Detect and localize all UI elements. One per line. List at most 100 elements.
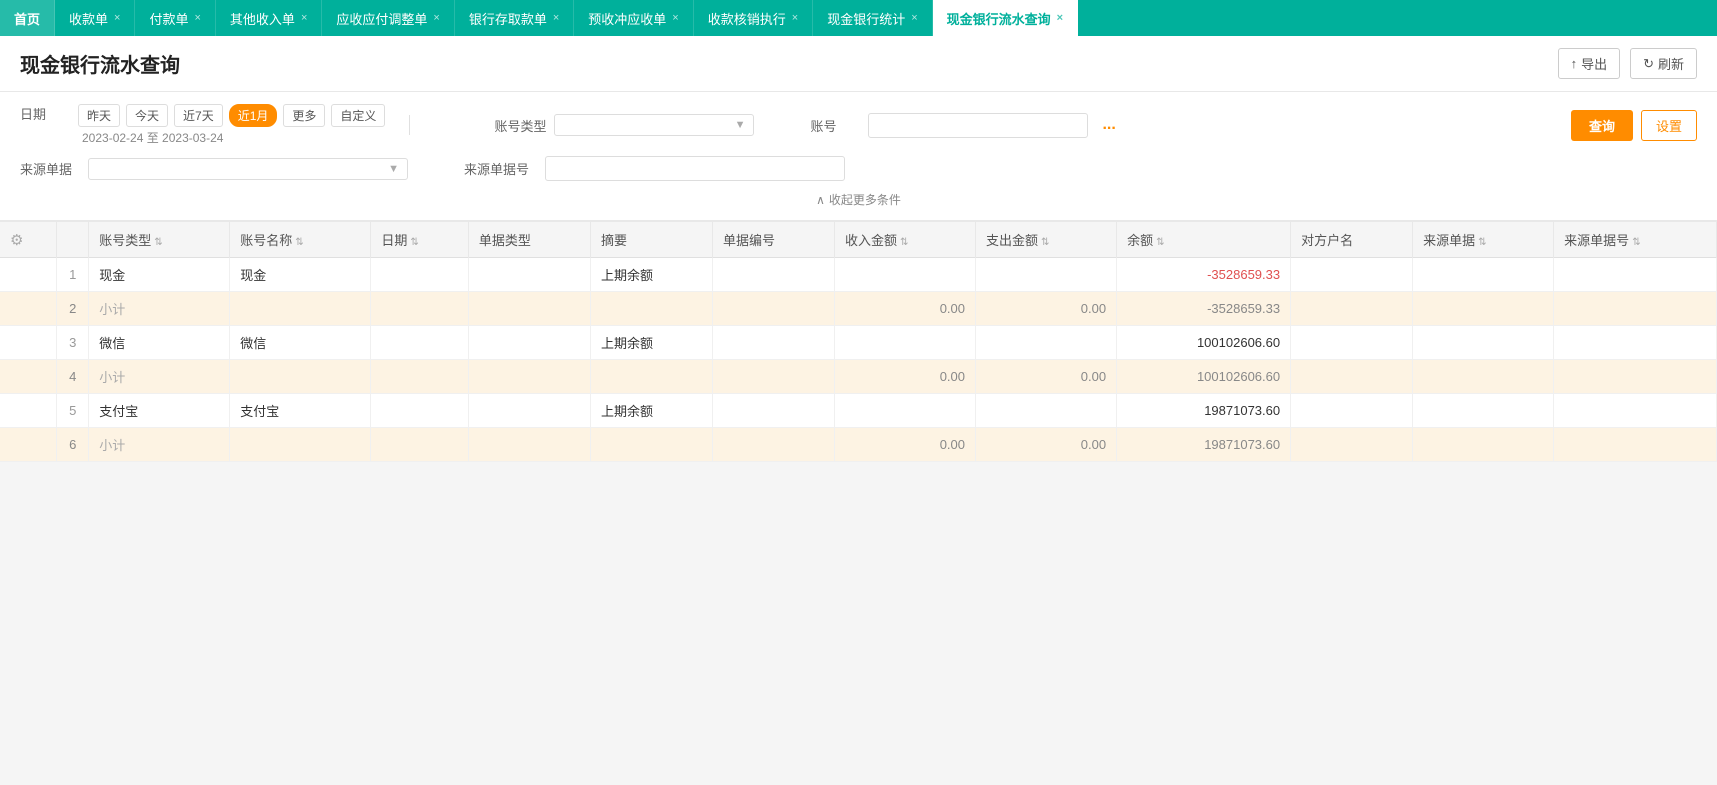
date-option-button[interactable]: 今天 — [126, 104, 168, 127]
col-header-income[interactable]: 收入金额⇅ — [834, 222, 975, 258]
export-button[interactable]: ↑ 导出 — [1558, 48, 1621, 79]
account-input[interactable] — [868, 113, 1088, 138]
cell-doc_num — [712, 258, 834, 292]
refresh-button[interactable]: ↻ 刷新 — [1630, 48, 1697, 79]
table-row[interactable]: 5支付宝支付宝上期余额19871073.60 — [0, 394, 1717, 428]
col-header-balance[interactable]: 余额⇅ — [1117, 222, 1291, 258]
date-option-button[interactable]: 更多 — [283, 104, 325, 127]
cell-balance: 19871073.60 — [1117, 394, 1291, 428]
nav-tab-close[interactable]: × — [911, 12, 917, 24]
cell-account_name: 支付宝 — [230, 394, 371, 428]
cell-source_doc — [1413, 292, 1554, 326]
cell-income: 0.00 — [834, 360, 975, 394]
cell-doc_num — [712, 360, 834, 394]
nav-tab[interactable]: 其他收入单× — [216, 0, 322, 36]
table-row[interactable]: 3微信微信上期余额100102606.60 — [0, 326, 1717, 360]
col-header-summary: 摘要 — [590, 222, 712, 258]
cell-date — [371, 258, 469, 292]
account-dots-button[interactable]: ... — [1096, 116, 1121, 134]
nav-tab-close[interactable]: × — [792, 12, 798, 24]
col-header-doc_num: 单据编号 — [712, 222, 834, 258]
nav-tab-label: 收款单 — [69, 9, 108, 28]
account-type-select[interactable]: ▼ — [554, 114, 754, 136]
cell-expense — [976, 394, 1117, 428]
table-body: 1现金现金上期余额-3528659.332小计0.000.00-3528659.… — [0, 258, 1717, 462]
cell-num: 2 — [57, 292, 89, 326]
nav-home[interactable]: 首页 — [0, 0, 55, 36]
cell-source_doc_num — [1554, 428, 1717, 462]
settings-button[interactable]: 设置 — [1641, 110, 1697, 141]
cell-doc_type — [468, 326, 590, 360]
cell-income — [834, 394, 975, 428]
date-option-button[interactable]: 近1月 — [229, 104, 278, 127]
cell-income — [834, 258, 975, 292]
cell-date — [371, 326, 469, 360]
sort-icon: ⇅ — [295, 237, 303, 248]
cell-settings — [0, 326, 57, 360]
cell-balance: -3528659.33 — [1117, 292, 1291, 326]
table-row[interactable]: 6小计0.000.0019871073.60 — [0, 428, 1717, 462]
cell-account_name — [230, 360, 371, 394]
source-doc-label: 来源单据 — [20, 159, 72, 178]
date-range: 2023-02-24 至 2023-03-24 — [82, 129, 385, 146]
table-settings-icon[interactable]: ⚙ — [10, 232, 23, 249]
nav-tab[interactable]: 收款单 × — [55, 0, 135, 36]
date-option-button[interactable]: 近7天 — [174, 104, 223, 127]
nav-tab[interactable]: 收款核销执行 × — [694, 0, 813, 36]
page-title: 现金银行流水查询 — [20, 49, 180, 90]
nav-tab[interactable]: 预收冲应收单× — [574, 0, 693, 36]
nav-tab[interactable]: 付款单× — [135, 0, 215, 36]
nav-tab-close[interactable]: × — [672, 12, 678, 24]
nav-tab[interactable]: 现金银行流水查询× — [933, 0, 1078, 36]
cell-account_name — [230, 428, 371, 462]
source-doc-num-label: 来源单据号 — [464, 159, 529, 178]
cell-source_doc — [1413, 428, 1554, 462]
col-header-date[interactable]: 日期⇅ — [371, 222, 469, 258]
date-option-button[interactable]: 自定义 — [331, 104, 385, 127]
cell-settings — [0, 394, 57, 428]
cell-summary: 上期余额 — [590, 258, 712, 292]
cell-num: 6 — [57, 428, 89, 462]
nav-tab[interactable]: 现金银行统计× — [813, 0, 932, 36]
cell-date — [371, 360, 469, 394]
date-option-button[interactable]: 昨天 — [78, 104, 120, 127]
cell-summary: 上期余额 — [590, 394, 712, 428]
table-row[interactable]: 1现金现金上期余额-3528659.33 — [0, 258, 1717, 292]
query-button[interactable]: 查询 — [1571, 110, 1633, 141]
nav-tab-close[interactable]: × — [114, 12, 120, 24]
col-header-source_doc_num[interactable]: 来源单据号⇅ — [1554, 222, 1717, 258]
nav-tab[interactable]: 应收应付调整单× — [322, 0, 454, 36]
cell-doc_type — [468, 428, 590, 462]
col-header-expense[interactable]: 支出金额⇅ — [976, 222, 1117, 258]
nav-tab-close[interactable]: × — [194, 12, 200, 24]
cell-source_doc — [1413, 394, 1554, 428]
table-row[interactable]: 4小计0.000.00100102606.60 — [0, 360, 1717, 394]
table-row[interactable]: 2小计0.000.00-3528659.33 — [0, 292, 1717, 326]
cell-date — [371, 292, 469, 326]
col-header-account_type[interactable]: 账号类型⇅ — [89, 222, 230, 258]
cell-account_name: 微信 — [230, 326, 371, 360]
cell-date — [371, 428, 469, 462]
cell-counterpart — [1291, 258, 1413, 292]
collapse-bar[interactable]: ∧ 收起更多条件 — [20, 187, 1697, 212]
source-doc-num-input[interactable] — [545, 156, 845, 181]
cell-expense — [976, 326, 1117, 360]
nav-tab-close[interactable]: × — [553, 12, 559, 24]
cell-counterpart — [1291, 292, 1413, 326]
cell-source_doc_num — [1554, 258, 1717, 292]
cell-balance: 100102606.60 — [1117, 326, 1291, 360]
nav-tab-close[interactable]: × — [433, 12, 439, 24]
cell-balance: 100102606.60 — [1117, 360, 1291, 394]
cell-settings — [0, 258, 57, 292]
nav-tab-close[interactable]: × — [301, 12, 307, 24]
col-header-source_doc[interactable]: 来源单据⇅ — [1413, 222, 1554, 258]
source-doc-select[interactable]: ▼ — [88, 158, 408, 180]
cell-counterpart — [1291, 326, 1413, 360]
col-header-account_name[interactable]: 账号名称⇅ — [230, 222, 371, 258]
account-type-label: 账号类型 — [494, 116, 546, 135]
filter-area: 日期 昨天今天近7天近1月更多自定义 2023-02-24 至 2023-03-… — [0, 92, 1717, 222]
table-container: ⚙账号类型⇅账号名称⇅日期⇅单据类型摘要单据编号收入金额⇅支出金额⇅余额⇅对方户… — [0, 222, 1717, 462]
nav-tab[interactable]: 银行存取款单× — [455, 0, 574, 36]
nav-tab-label: 收款核销执行 — [708, 9, 786, 28]
nav-tab-close[interactable]: × — [1057, 12, 1063, 24]
